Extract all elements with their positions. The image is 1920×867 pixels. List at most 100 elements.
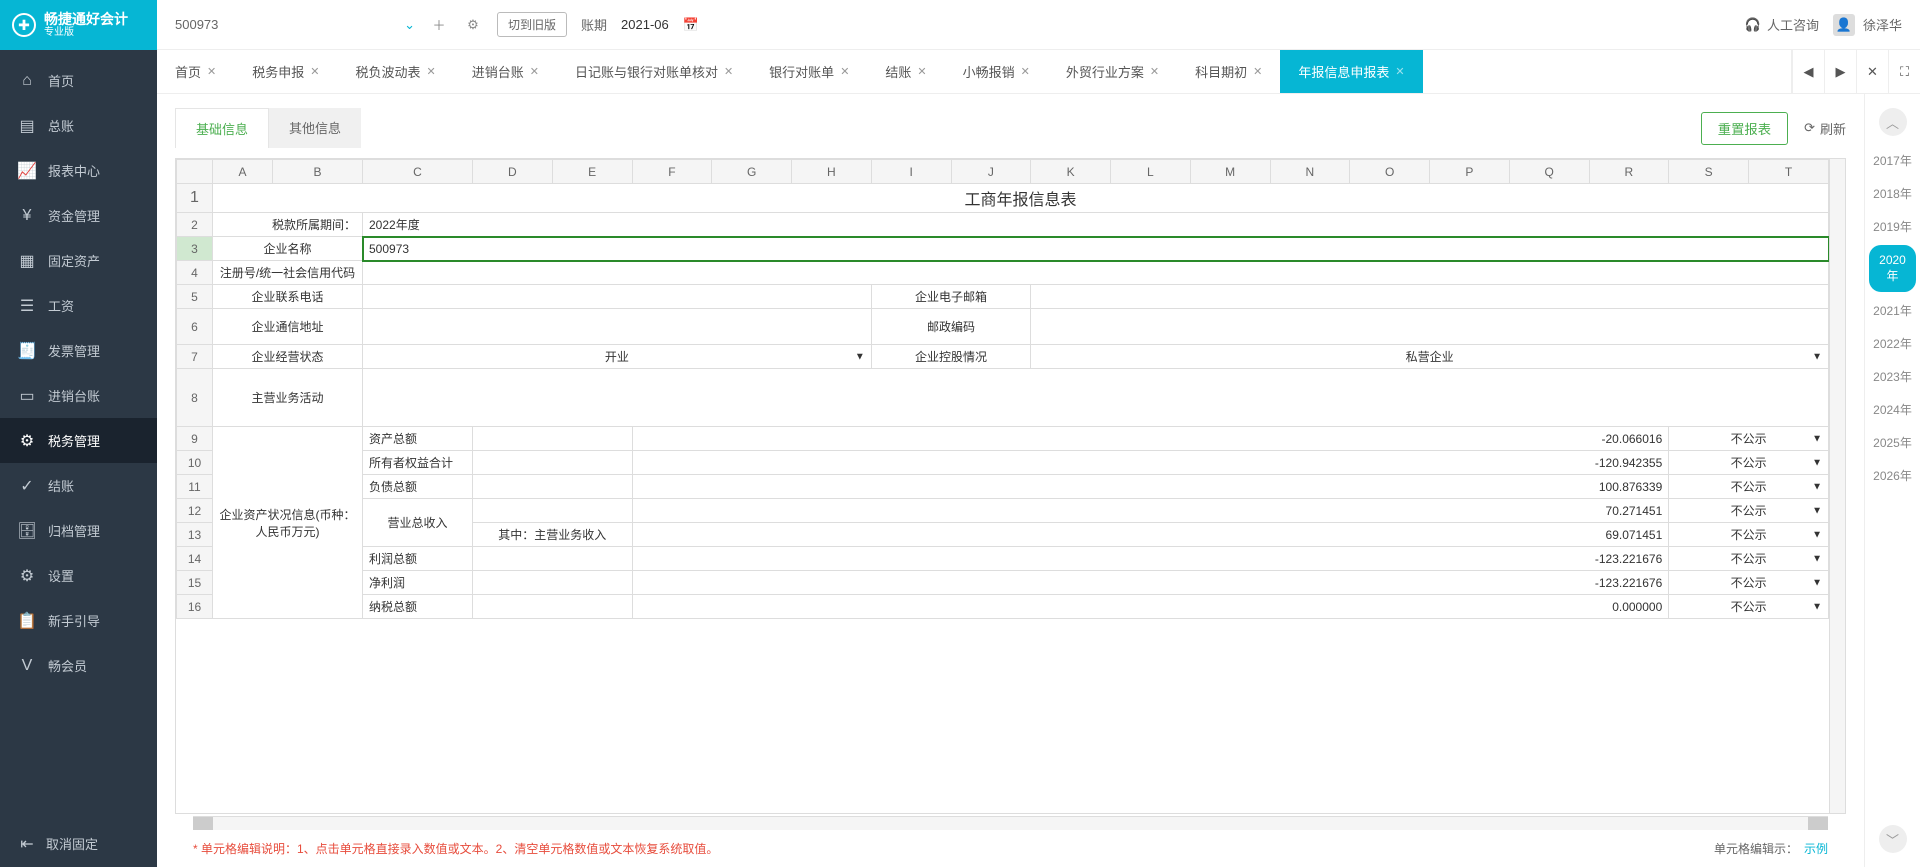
year-2022年[interactable]: 2022年	[1865, 327, 1920, 360]
company-selector[interactable]: 500973 ⌄	[175, 17, 415, 33]
fin-pub-15[interactable]: 不公示▼	[1669, 571, 1829, 595]
tab-0[interactable]: 首页✕	[157, 50, 234, 93]
sidebar-item-7[interactable]: ▭进销台账	[0, 373, 157, 418]
tab-4[interactable]: 日记账与银行对账单核对✕	[557, 50, 751, 93]
year-2024年[interactable]: 2024年	[1865, 393, 1920, 426]
fin-pub-13[interactable]: 不公示▼	[1669, 523, 1829, 547]
col-header-E[interactable]: E	[552, 160, 632, 184]
row-header-7[interactable]: 7	[177, 345, 213, 369]
fin-value-14[interactable]: -123.221676	[632, 547, 1669, 571]
tab-scroll-left[interactable]: ◀	[1792, 50, 1824, 93]
year-2023年[interactable]: 2023年	[1865, 360, 1920, 393]
fin-sub-10[interactable]	[473, 451, 633, 475]
zip-cell[interactable]	[1031, 309, 1829, 345]
fin-sub-16[interactable]	[473, 595, 633, 619]
sidebar-item-4[interactable]: ▦固定资产	[0, 238, 157, 283]
email-cell[interactable]	[1031, 285, 1829, 309]
tab-3[interactable]: 进销台账✕	[454, 50, 557, 93]
subtab-1[interactable]: 其他信息	[269, 108, 361, 148]
tab-6[interactable]: 结账✕	[867, 50, 944, 93]
col-header-N[interactable]: N	[1270, 160, 1350, 184]
row-header-16[interactable]: 16	[177, 595, 213, 619]
year-2017年[interactable]: 2017年	[1865, 144, 1920, 177]
row-header-5[interactable]: 5	[177, 285, 213, 309]
close-icon[interactable]: ✕	[1021, 65, 1030, 78]
row-header-2[interactable]: 2	[177, 213, 213, 237]
fin-value-9[interactable]: -20.066016	[632, 427, 1669, 451]
company-name-cell[interactable]: 500973	[363, 237, 1829, 261]
year-2020年[interactable]: 2020年	[1869, 245, 1916, 292]
col-header-G[interactable]: G	[712, 160, 792, 184]
close-icon[interactable]: ✕	[724, 65, 733, 78]
address-cell[interactable]	[363, 309, 872, 345]
sidebar-item-8[interactable]: ⚙税务管理	[0, 418, 157, 463]
horizontal-scrollbar[interactable]	[193, 816, 1828, 830]
close-icon[interactable]: ✕	[1150, 65, 1159, 78]
col-header-R[interactable]: R	[1589, 160, 1669, 184]
fin-value-11[interactable]: 100.876339	[632, 475, 1669, 499]
close-icon[interactable]: ✕	[310, 65, 319, 78]
sidebar-item-12[interactable]: 📋新手引导	[0, 598, 157, 643]
sidebar-item-6[interactable]: 🧾发票管理	[0, 328, 157, 373]
year-rail-down[interactable]: ﹀	[1879, 825, 1907, 853]
add-icon[interactable]: ＋	[429, 15, 449, 35]
vertical-scrollbar[interactable]	[1829, 159, 1845, 813]
tab-fullscreen[interactable]: ⛶	[1888, 50, 1920, 93]
status-cell[interactable]: 开业▼	[363, 345, 872, 369]
sidebar-item-11[interactable]: ⚙设置	[0, 553, 157, 598]
col-header-D[interactable]: D	[473, 160, 553, 184]
col-header-A[interactable]: A	[213, 160, 273, 184]
sidebar-item-1[interactable]: ▤总账	[0, 103, 157, 148]
period-value-cell[interactable]: 2022年度	[363, 213, 1829, 237]
tab-1[interactable]: 税务申报✕	[234, 50, 337, 93]
close-icon[interactable]: ✕	[1395, 65, 1404, 78]
fin-pub-12[interactable]: 不公示▼	[1669, 499, 1829, 523]
fin-pub-16[interactable]: 不公示▼	[1669, 595, 1829, 619]
fin-sub-12[interactable]	[473, 499, 633, 523]
user-menu[interactable]: 👤 徐泽华	[1833, 14, 1902, 36]
year-2021年[interactable]: 2021年	[1865, 294, 1920, 327]
col-header-S[interactable]: S	[1669, 160, 1749, 184]
unpin-button[interactable]: ⇤ 取消固定	[0, 820, 157, 867]
tab-7[interactable]: 小畅报销✕	[945, 50, 1048, 93]
col-header-J[interactable]: J	[951, 160, 1031, 184]
row-header-4[interactable]: 4	[177, 261, 213, 285]
tab-scroll-right[interactable]: ▶	[1824, 50, 1856, 93]
fin-value-15[interactable]: -123.221676	[632, 571, 1669, 595]
old-version-button[interactable]: 切到旧版	[497, 12, 567, 37]
row-header-6[interactable]: 6	[177, 309, 213, 345]
col-header-O[interactable]: O	[1350, 160, 1430, 184]
fin-sub-14[interactable]	[473, 547, 633, 571]
fin-pub-10[interactable]: 不公示▼	[1669, 451, 1829, 475]
tab-close-all[interactable]: ✕	[1856, 50, 1888, 93]
phone-cell[interactable]	[363, 285, 872, 309]
sidebar-item-3[interactable]: ¥资金管理	[0, 193, 157, 238]
fin-value-12[interactable]: 70.271451	[632, 499, 1669, 523]
close-icon[interactable]: ✕	[1253, 65, 1262, 78]
col-header-K[interactable]: K	[1031, 160, 1111, 184]
fin-sub-11[interactable]	[473, 475, 633, 499]
tab-8[interactable]: 外贸行业方案✕	[1048, 50, 1177, 93]
row-header-1[interactable]: 1	[177, 184, 213, 213]
sidebar-item-9[interactable]: ✓结账	[0, 463, 157, 508]
gear-icon[interactable]: ⚙	[463, 15, 483, 35]
tab-2[interactable]: 税负波动表✕	[337, 50, 453, 93]
row-header-3[interactable]: 3	[177, 237, 213, 261]
col-header-T[interactable]: T	[1749, 160, 1829, 184]
tab-5[interactable]: 银行对账单✕	[751, 50, 867, 93]
close-icon[interactable]: ✕	[530, 65, 539, 78]
row-header-15[interactable]: 15	[177, 571, 213, 595]
sidebar-item-10[interactable]: 🗄归档管理	[0, 508, 157, 553]
spreadsheet[interactable]: ABCDEFGHIJKLMNOPQRST 1工商年报信息表2税款所属期间：202…	[175, 158, 1846, 814]
row-header-9[interactable]: 9	[177, 427, 213, 451]
example-link[interactable]: 示例	[1804, 840, 1828, 857]
col-header-M[interactable]: M	[1190, 160, 1270, 184]
year-rail-up[interactable]: ︿	[1879, 108, 1907, 136]
col-header-I[interactable]: I	[871, 160, 951, 184]
row-header-8[interactable]: 8	[177, 369, 213, 427]
fin-value-13[interactable]: 69.071451	[632, 523, 1669, 547]
year-2025年[interactable]: 2025年	[1865, 426, 1920, 459]
col-header-B[interactable]: B	[273, 160, 363, 184]
col-header-Q[interactable]: Q	[1509, 160, 1589, 184]
year-2018年[interactable]: 2018年	[1865, 177, 1920, 210]
